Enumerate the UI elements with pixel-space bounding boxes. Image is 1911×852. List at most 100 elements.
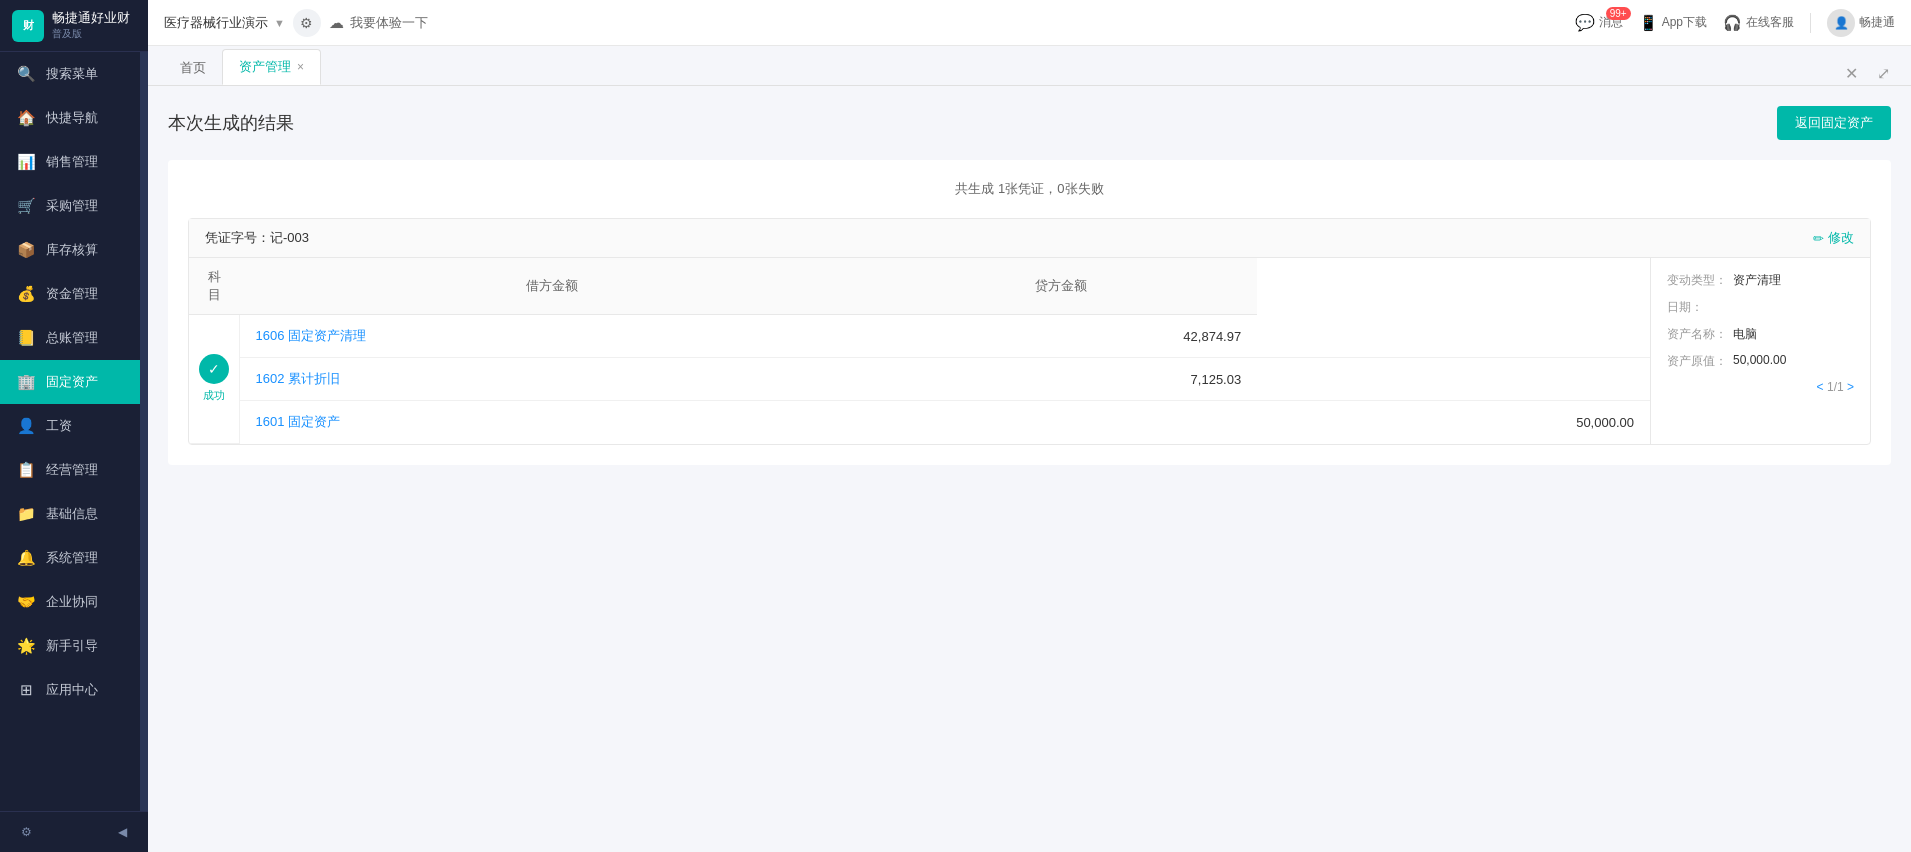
sidebar-item-system[interactable]: 🔔 系统管理 [0, 536, 148, 580]
sidebar-item-apps[interactable]: ⊞ 应用中心 [0, 668, 148, 712]
sidebar-item-operations[interactable]: 📋 经营管理 [0, 448, 148, 492]
table-row: ✓ 成功 1606 固定资产清理 42,874.97 [189, 315, 1650, 358]
window-controls: ✕ ⤢ [1839, 61, 1895, 85]
credit-cell [1257, 358, 1650, 401]
sidebar-item-label: 工资 [46, 417, 72, 435]
sidebar: 财 畅捷通好业财 普及版 🔍 搜索菜单 🏠 快捷导航 📊 销售管理 🛒 采购管理… [0, 0, 148, 852]
settings-icon[interactable]: ⚙ [16, 822, 36, 842]
sidebar-item-label: 销售管理 [46, 153, 98, 171]
apps-icon: ⊞ [16, 680, 36, 700]
credit-cell [1257, 315, 1650, 358]
fixed-assets-icon: 🏢 [16, 372, 36, 392]
sidebar-item-fixed-assets[interactable]: 🏢 固定资产 [0, 360, 148, 404]
sidebar-item-ledger[interactable]: 📒 总账管理 [0, 316, 148, 360]
avatar: 👤 [1827, 9, 1855, 37]
date-row: 日期： [1667, 299, 1854, 316]
success-icon: ✓ [199, 354, 229, 384]
success-label: 成功 [203, 388, 225, 403]
username: 畅捷通 [1859, 14, 1895, 31]
sidebar-item-search-menu[interactable]: 🔍 搜索菜单 [0, 52, 148, 96]
user-area[interactable]: 👤 畅捷通 [1827, 9, 1895, 37]
collapse-icon[interactable]: ◀ [112, 822, 132, 842]
asset-name-value: 电脑 [1733, 326, 1757, 343]
sidebar-item-quick-nav[interactable]: 🏠 快捷导航 [0, 96, 148, 140]
edit-label: 修改 [1828, 229, 1854, 247]
subject-link[interactable]: 1606 固定资产清理 [256, 328, 367, 343]
asset-value-row: 资产原值： 50,000.00 [1667, 353, 1854, 370]
sidebar-item-guide[interactable]: 🌟 新手引导 [0, 624, 148, 668]
sidebar-item-label: 采购管理 [46, 197, 98, 215]
divider [1810, 13, 1811, 33]
voucher-header: 凭证字号：记-003 ✏ 修改 [189, 219, 1870, 258]
chevron-down-icon: ▼ [274, 17, 285, 29]
sidebar-item-payroll[interactable]: 👤 工资 [0, 404, 148, 448]
page-prev[interactable]: < [1817, 380, 1824, 394]
sidebar-item-basic-info[interactable]: 📁 基础信息 [0, 492, 148, 536]
voucher-table-area: 科目 借方金额 贷方金额 ✓ 成 [189, 258, 1650, 444]
tab-home-label: 首页 [180, 59, 206, 77]
asset-value-value: 50,000.00 [1733, 353, 1786, 367]
funds-icon: 💰 [16, 284, 36, 304]
inventory-icon: 📦 [16, 240, 36, 260]
page-next[interactable]: > [1847, 380, 1854, 394]
col-debit: 借方金额 [239, 258, 864, 315]
topbar: 医疗器械行业演示 ▼ ⚙ ☁ 我要体验一下 💬 消息 99+ 📱 App下载 🎧… [148, 0, 1911, 46]
date-label: 日期： [1667, 299, 1703, 316]
payroll-icon: 👤 [16, 416, 36, 436]
company-selector[interactable]: 医疗器械行业演示 ▼ [164, 14, 285, 32]
app-download-button[interactable]: 📱 App下载 [1639, 14, 1707, 32]
app-download-label: App下载 [1662, 14, 1707, 31]
logo-icon: 财 [12, 10, 44, 42]
asset-name-row: 资产名称： 电脑 [1667, 326, 1854, 343]
operations-icon: 📋 [16, 460, 36, 480]
sidebar-nav: 🔍 搜索菜单 🏠 快捷导航 📊 销售管理 🛒 采购管理 📦 库存核算 💰 资金管… [0, 52, 148, 811]
edit-voucher-button[interactable]: ✏ 修改 [1813, 229, 1854, 247]
sidebar-item-label: 应用中心 [46, 681, 98, 699]
app-download-icon: 📱 [1639, 14, 1658, 32]
search-menu-icon: 🔍 [16, 64, 36, 84]
page-header: 本次生成的结果 返回固定资产 [168, 106, 1891, 140]
debit-cell [864, 401, 1257, 444]
change-type-value: 资产清理 [1733, 272, 1781, 289]
sidebar-item-sales[interactable]: 📊 销售管理 [0, 140, 148, 184]
message-badge: 99+ [1606, 7, 1631, 20]
ledger-icon: 📒 [16, 328, 36, 348]
customer-service-label: 在线客服 [1746, 14, 1794, 31]
voucher-number: 凭证字号：记-003 [205, 229, 309, 247]
topbar-right: 💬 消息 99+ 📱 App下载 🎧 在线客服 👤 畅捷通 [1575, 9, 1895, 37]
sidebar-item-funds[interactable]: 💰 资金管理 [0, 272, 148, 316]
close-window-button[interactable]: ✕ [1839, 61, 1863, 85]
sidebar-item-label: 搜索菜单 [46, 65, 98, 83]
sidebar-item-label: 企业协同 [46, 593, 98, 611]
logo-sub: 普及版 [52, 27, 130, 41]
sales-icon: 📊 [16, 152, 36, 172]
customer-service-button[interactable]: 🎧 在线客服 [1723, 14, 1794, 32]
sidebar-item-label: 基础信息 [46, 505, 98, 523]
topbar-settings-icon[interactable]: ⚙ [293, 9, 321, 37]
topbar-left: 医疗器械行业演示 ▼ ⚙ ☁ 我要体验一下 [164, 9, 428, 37]
success-indicator: ✓ 成功 [189, 334, 239, 423]
sidebar-item-inventory[interactable]: 📦 库存核算 [0, 228, 148, 272]
result-area: 共生成 1张凭证，0张失败 凭证字号：记-003 ✏ 修改 [168, 160, 1891, 465]
tab-home[interactable]: 首页 [164, 51, 222, 85]
result-summary: 共生成 1张凭证，0张失败 [188, 180, 1871, 198]
page-content: 本次生成的结果 返回固定资产 共生成 1张凭证，0张失败 凭证字号：记-003 … [148, 86, 1911, 852]
messages-button[interactable]: 💬 消息 99+ [1575, 13, 1623, 32]
sidebar-item-purchase[interactable]: 🛒 采购管理 [0, 184, 148, 228]
experience-button[interactable]: ☁ 我要体验一下 [329, 14, 428, 32]
subject-cell: 1602 累计折旧 [239, 358, 864, 401]
tab-close-icon[interactable]: × [297, 60, 304, 74]
customer-service-icon: 🎧 [1723, 14, 1742, 32]
return-fixed-assets-button[interactable]: 返回固定资产 [1777, 106, 1891, 140]
message-icon: 💬 [1575, 13, 1595, 32]
change-type-label: 变动类型： [1667, 272, 1727, 289]
subject-link[interactable]: 1601 固定资产 [256, 414, 341, 429]
sidebar-item-corp[interactable]: 🤝 企业协同 [0, 580, 148, 624]
expand-window-button[interactable]: ⤢ [1871, 61, 1895, 85]
debit-cell: 42,874.97 [864, 315, 1257, 358]
asset-name-label: 资产名称： [1667, 326, 1727, 343]
tab-asset-mgmt[interactable]: 资产管理 × [222, 49, 321, 85]
asset-value-label: 资产原值： [1667, 353, 1727, 370]
subject-link[interactable]: 1602 累计折旧 [256, 371, 341, 386]
main-content: 医疗器械行业演示 ▼ ⚙ ☁ 我要体验一下 💬 消息 99+ 📱 App下载 🎧… [148, 0, 1911, 852]
